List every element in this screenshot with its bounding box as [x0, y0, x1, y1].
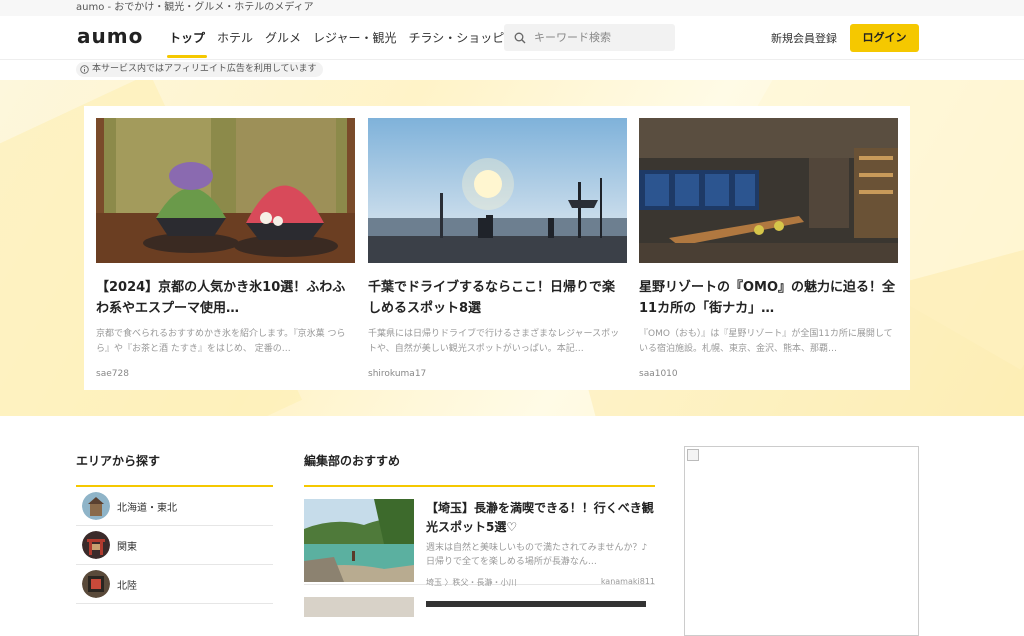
- featured-panel: 【2024】京都の人気かき氷10選！ふわふわ系やエスプーマ使用… 京都で食べられ…: [84, 106, 910, 390]
- featured-card-title: 星野リゾートの『OMO』の魅力に迫る！全11カ所の「街ナカ」…: [639, 280, 896, 316]
- area-item-hokkaido-tohoku[interactable]: 北海道・東北: [76, 487, 273, 526]
- featured-card-title: 千葉でドライブするならここ！日帰りで楽しめるスポット8選: [368, 280, 616, 316]
- area-item-label: 北海道・東北: [117, 502, 177, 514]
- nav-item-hotel[interactable]: ホテル: [211, 16, 259, 60]
- featured-card[interactable]: 【2024】京都の人気かき氷10選！ふわふわ系やエスプーマ使用… 京都で食べられ…: [96, 118, 355, 379]
- featured-card-author: sae728: [96, 369, 129, 379]
- featured-card-desc: 千葉県には日帰りドライブで行けるさまざまなレジャースポットや、自然が美しい観光ス…: [368, 329, 620, 354]
- info-icon: [80, 65, 89, 74]
- site-logo[interactable]: aumo: [77, 24, 143, 48]
- featured-card-author: saa1010: [639, 369, 678, 379]
- recommend-section-title: 編集部のおすすめ: [304, 452, 655, 487]
- river-landscape-image: [304, 499, 414, 582]
- affiliate-notice-text: 本サービス内ではアフィリエイト広告を利用しています: [92, 64, 317, 74]
- recommend-section: 編集部のおすすめ 【埼玉】長瀞を満喫できる！！行くべき観光スポット5選♡ 週末は…: [304, 452, 655, 617]
- nav-item-leisure[interactable]: レジャー・観光: [307, 16, 402, 60]
- nav-item-gourmet[interactable]: グルメ: [259, 16, 307, 60]
- search-icon: [514, 32, 526, 43]
- featured-card[interactable]: 千葉でドライブするならここ！日帰りで楽しめるスポット8選 千葉県には日帰りドライ…: [368, 118, 627, 379]
- featured-card[interactable]: 星野リゾートの『OMO』の魅力に迫る！全11カ所の「街ナカ」… 『OMO（おも）…: [639, 118, 898, 379]
- recommend-item-desc: 週末は自然と美味しいもので満たされてみませんか？♪日帰りで全てを楽しめる場所が長…: [426, 543, 648, 567]
- area-item-label: 北陸: [117, 580, 137, 592]
- recommend-item[interactable]: 【埼玉】長瀞を満喫できる！！行くべき観光スポット5選♡ 週末は自然と美味しいもの…: [304, 487, 655, 588]
- area-thumbnail: [82, 570, 110, 598]
- area-item-label: 関東: [117, 541, 137, 553]
- main-nav: トップ ホテル グルメ レジャー・観光 チラシ・ショッピング: [163, 16, 534, 60]
- login-button[interactable]: ログイン: [850, 24, 919, 52]
- recommend-item-thumbnail: [304, 597, 414, 617]
- recommend-item-location[interactable]: 埼玉 〉秩父・長瀞・小川: [426, 577, 517, 588]
- recommend-item-author: kanamaki811: [600, 577, 655, 586]
- ad-slot[interactable]: [684, 446, 919, 636]
- recommend-item-title-cut: [426, 601, 646, 607]
- broken-image-icon: [687, 449, 699, 461]
- area-thumbnail: [82, 531, 110, 559]
- recommend-item-title: 【埼玉】長瀞を満喫できる！！行くべき観光スポット5選♡: [426, 501, 654, 534]
- area-list: 北海道・東北 関東 北陸: [76, 487, 273, 604]
- site-tagline: aumo - おでかけ・観光・グルメ・ホテルのメディア: [0, 0, 1024, 16]
- area-item-kanto[interactable]: 関東: [76, 526, 273, 565]
- notice-bar: 本サービス内ではアフィリエイト広告を利用しています: [0, 60, 1024, 80]
- nav-item-top[interactable]: トップ: [163, 16, 211, 60]
- shaved-ice-image: [96, 118, 355, 263]
- featured-card-desc: 『OMO（おも）』は『星野リゾート』が全国11カ所に展開している宿泊施設。札幌、…: [639, 329, 893, 354]
- featured-card-desc: 京都で食べられるおすすめかき氷を紹介します。『京氷菓 つらら』や『お茶と酒 たす…: [96, 329, 346, 354]
- register-link[interactable]: 新規会員登録: [771, 30, 837, 46]
- area-section-title: エリアから探す: [76, 452, 273, 487]
- site-header: aumo トップ ホテル グルメ レジャー・観光 チラシ・ショッピング 新規会員…: [0, 16, 1024, 60]
- area-section: エリアから探す 北海道・東北 関東 北陸: [76, 452, 273, 604]
- search-box: [504, 24, 675, 51]
- seaside-sunset-image: [368, 118, 627, 263]
- featured-card-title: 【2024】京都の人気かき氷10選！ふわふわ系やエスプーマ使用…: [96, 280, 346, 316]
- hotel-lounge-image: [639, 118, 898, 263]
- affiliate-notice: 本サービス内ではアフィリエイト広告を利用しています: [76, 62, 323, 77]
- search-input[interactable]: [534, 31, 664, 44]
- featured-card-author: shirokuma17: [368, 369, 427, 379]
- area-thumbnail: [82, 492, 110, 520]
- featured-hero: 【2024】京都の人気かき氷10選！ふわふわ系やエスプーマ使用… 京都で食べられ…: [0, 80, 1024, 416]
- recommend-item[interactable]: [304, 585, 655, 617]
- area-item-hokuriku[interactable]: 北陸: [76, 565, 273, 604]
